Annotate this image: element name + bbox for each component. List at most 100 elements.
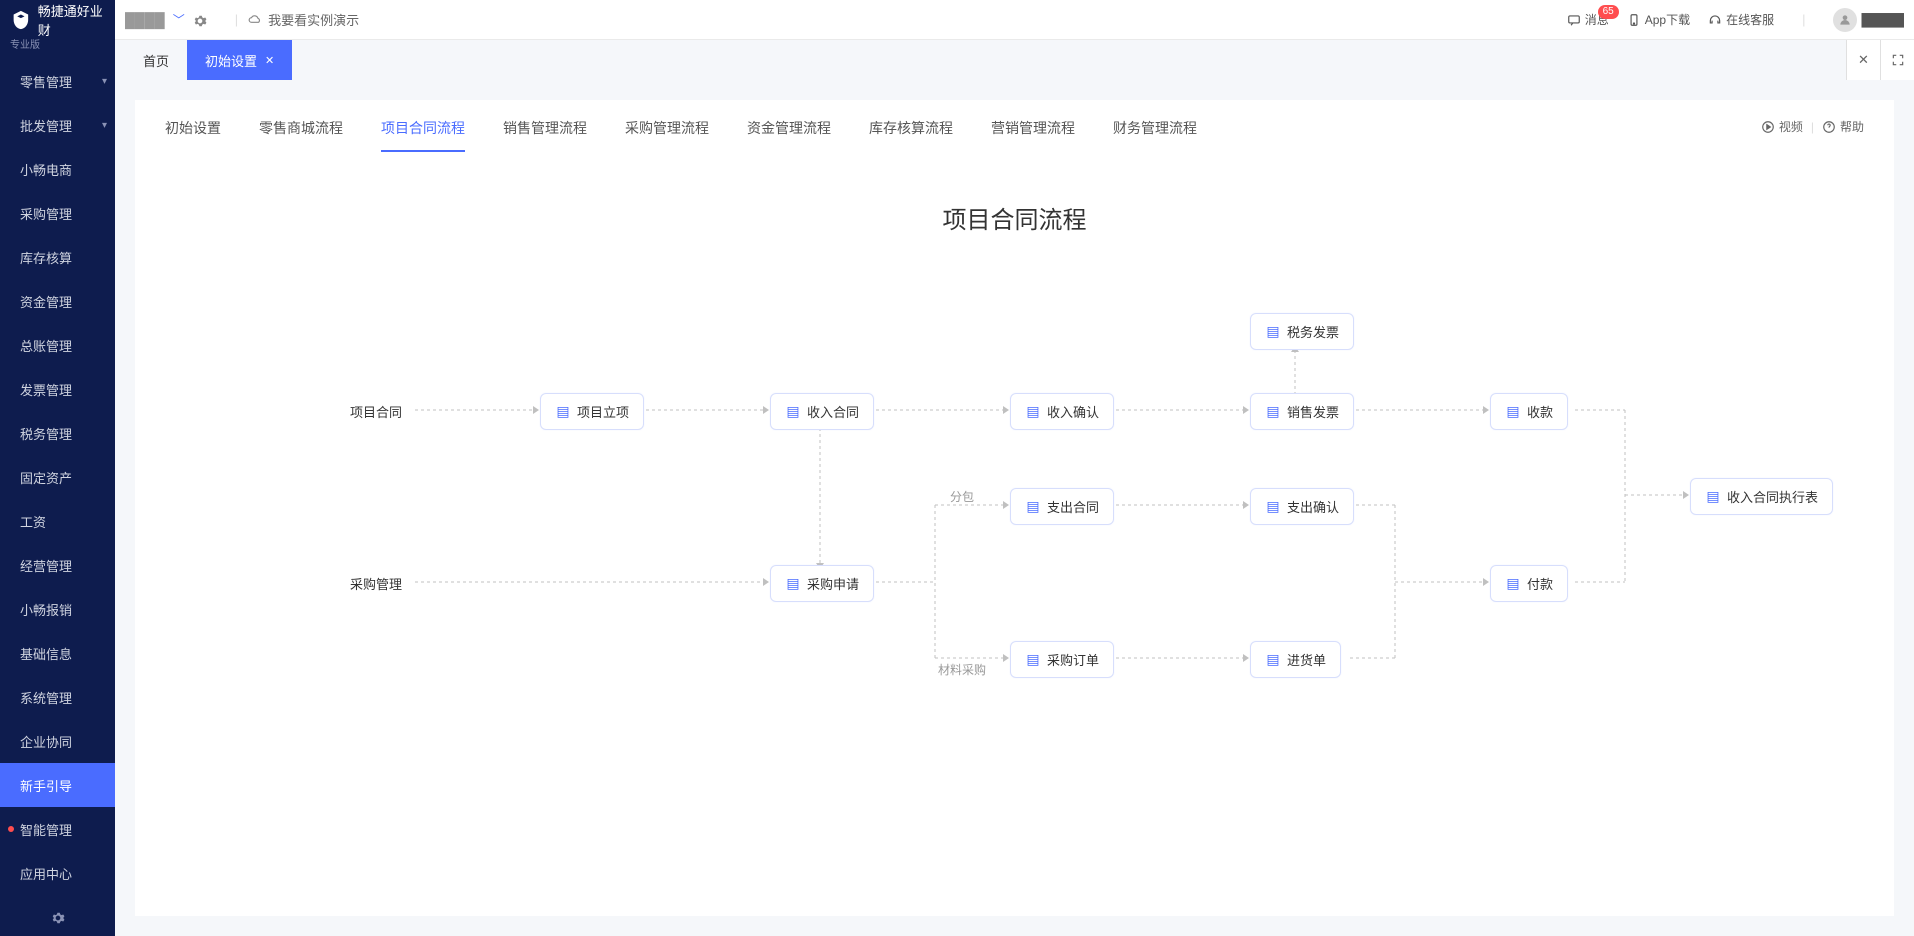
subtab-item[interactable]: 初始设置 — [165, 118, 221, 150]
sidebar-item[interactable]: 库存核算 — [0, 235, 115, 279]
sidebar-item[interactable]: 基础信息 — [0, 631, 115, 675]
subtab-item[interactable]: 库存核算流程 — [869, 118, 953, 150]
node-project-establish[interactable]: ▤项目立项 — [540, 393, 644, 430]
separator: | — [1811, 120, 1814, 134]
flow-connectors — [135, 170, 1894, 916]
tabbar: 首页 初始设置 ✕ ✕ — [115, 40, 1914, 80]
subtab-item[interactable]: 项目合同流程 — [381, 118, 465, 152]
flow-area: 项目合同流程 — [135, 170, 1894, 916]
mobile-icon — [1627, 13, 1641, 27]
sidebar-item-label: 工资 — [20, 512, 46, 531]
user-menu[interactable]: █████ — [1833, 8, 1904, 32]
node-label: 收入确认 — [1047, 402, 1099, 421]
message-icon — [1567, 13, 1581, 27]
sidebar-item[interactable]: 发票管理 — [0, 367, 115, 411]
sidebar-item[interactable]: 资金管理 — [0, 279, 115, 323]
sidebar-item-label: 库存核算 — [20, 248, 72, 267]
label-subcontract: 分包 — [950, 488, 974, 505]
user-name: █████ — [1861, 13, 1904, 27]
close-tab-button[interactable]: ✕ — [1846, 40, 1880, 80]
help-label: 帮助 — [1840, 118, 1864, 135]
sidebar-item-label: 税务管理 — [20, 424, 72, 443]
sidebar-item[interactable]: 小畅报销 — [0, 587, 115, 631]
chevron-down-icon: ﹀ — [173, 11, 185, 28]
sidebar-item[interactable]: 智能管理 — [0, 807, 115, 851]
node-label: 采购申请 — [807, 574, 859, 593]
node-label: 销售发票 — [1287, 402, 1339, 421]
app-download-label: App下载 — [1645, 11, 1690, 28]
close-icon[interactable]: ✕ — [265, 54, 274, 67]
subtab-item[interactable]: 财务管理流程 — [1113, 118, 1197, 150]
chevron-down-icon: ▾ — [102, 120, 107, 131]
sidebar-item[interactable]: 固定资产 — [0, 455, 115, 499]
sidebar-item-label: 零售管理 — [20, 72, 72, 91]
expand-icon — [1891, 53, 1905, 67]
help-button[interactable]: 帮助 — [1822, 118, 1864, 135]
messages-badge: 65 — [1598, 5, 1619, 19]
node-label: 项目立项 — [577, 402, 629, 421]
messages-button[interactable]: 消息 65 — [1567, 11, 1609, 28]
node-label: 收入合同执行表 — [1727, 487, 1818, 506]
node-income-exec-report[interactable]: ▤收入合同执行表 — [1690, 478, 1833, 515]
label-material: 材料采购 — [938, 661, 986, 678]
node-receipt[interactable]: ▤收款 — [1490, 393, 1568, 430]
subtab-item[interactable]: 营销管理流程 — [991, 118, 1075, 150]
tab-initial-settings[interactable]: 初始设置 ✕ — [187, 40, 292, 80]
gear-icon — [51, 911, 65, 925]
node-purchase-request[interactable]: ▤采购申请 — [770, 565, 874, 602]
sidebar-menu: 零售管理▾批发管理▾小畅电商采购管理库存核算资金管理总账管理发票管理税务管理固定… — [0, 59, 115, 895]
online-service-button[interactable]: 在线客服 — [1708, 11, 1774, 28]
node-income-confirm[interactable]: ▤收入确认 — [1010, 393, 1114, 430]
fullscreen-button[interactable] — [1880, 40, 1914, 80]
company-selector[interactable]: ████ — [125, 12, 165, 28]
sidebar-item[interactable]: 新手引导 — [0, 763, 115, 807]
sidebar-item-label: 系统管理 — [20, 688, 72, 707]
node-payment[interactable]: ▤付款 — [1490, 565, 1568, 602]
sidebar-item[interactable]: 批发管理▾ — [0, 103, 115, 147]
node-purchase-order[interactable]: ▤采购订单 — [1010, 641, 1114, 678]
notification-dot — [8, 826, 14, 832]
subtab-item[interactable]: 资金管理流程 — [747, 118, 831, 150]
node-expense-confirm[interactable]: ▤支出确认 — [1250, 488, 1354, 525]
subtabs: 初始设置 零售商城流程 项目合同流程 销售管理流程 采购管理流程 资金管理流程 库存核算流程… — [135, 100, 1894, 150]
app-download-button[interactable]: App下载 — [1627, 11, 1690, 28]
sidebar-item[interactable]: 采购管理 — [0, 191, 115, 235]
sidebar-item-label: 小畅电商 — [20, 160, 72, 179]
node-label: 付款 — [1527, 574, 1553, 593]
sidebar-item[interactable]: 工资 — [0, 499, 115, 543]
sidebar-item[interactable]: 小畅电商 — [0, 147, 115, 191]
video-label: 视频 — [1779, 118, 1803, 135]
header-settings-button[interactable] — [193, 11, 207, 27]
node-goods-receipt[interactable]: ▤进货单 — [1250, 641, 1341, 678]
service-label: 在线客服 — [1726, 11, 1774, 28]
sidebar-item[interactable]: 税务管理 — [0, 411, 115, 455]
node-label: 支出合同 — [1047, 497, 1099, 516]
app-name: 畅捷通好业财 — [38, 1, 115, 39]
node-tax-invoice[interactable]: ▤税务发票 — [1250, 313, 1354, 350]
node-label: 收入合同 — [807, 402, 859, 421]
video-button[interactable]: 视频 — [1761, 118, 1803, 135]
sidebar-item[interactable]: 应用中心 — [0, 851, 115, 895]
sidebar-item[interactable]: 经营管理 — [0, 543, 115, 587]
chevron-down-icon: ▾ — [102, 76, 107, 87]
subtab-item[interactable]: 零售商城流程 — [259, 118, 343, 150]
sidebar-item-label: 固定资产 — [20, 468, 72, 487]
separator: | — [235, 12, 238, 27]
node-label: 收款 — [1527, 402, 1553, 421]
demo-link[interactable]: 我要看实例演示 — [248, 10, 359, 29]
sidebar-item-label: 应用中心 — [20, 864, 72, 883]
sidebar-item[interactable]: 系统管理 — [0, 675, 115, 719]
separator: | — [1802, 12, 1805, 27]
tab-home[interactable]: 首页 — [125, 40, 187, 80]
subtab-item[interactable]: 销售管理流程 — [503, 118, 587, 150]
sidebar-item[interactable]: 企业协同 — [0, 719, 115, 763]
sidebar-item[interactable]: 零售管理 ▾ — [0, 59, 115, 103]
subtab-item[interactable]: 采购管理流程 — [625, 118, 709, 150]
node-expense-contract[interactable]: ▤支出合同 — [1010, 488, 1114, 525]
node-income-contract[interactable]: ▤收入合同 — [770, 393, 874, 430]
node-sales-invoice[interactable]: ▤销售发票 — [1250, 393, 1354, 430]
sidebar-settings-button[interactable] — [0, 900, 115, 936]
sidebar-item-label: 总账管理 — [20, 336, 72, 355]
sidebar-item[interactable]: 总账管理 — [0, 323, 115, 367]
avatar-icon — [1833, 8, 1857, 32]
